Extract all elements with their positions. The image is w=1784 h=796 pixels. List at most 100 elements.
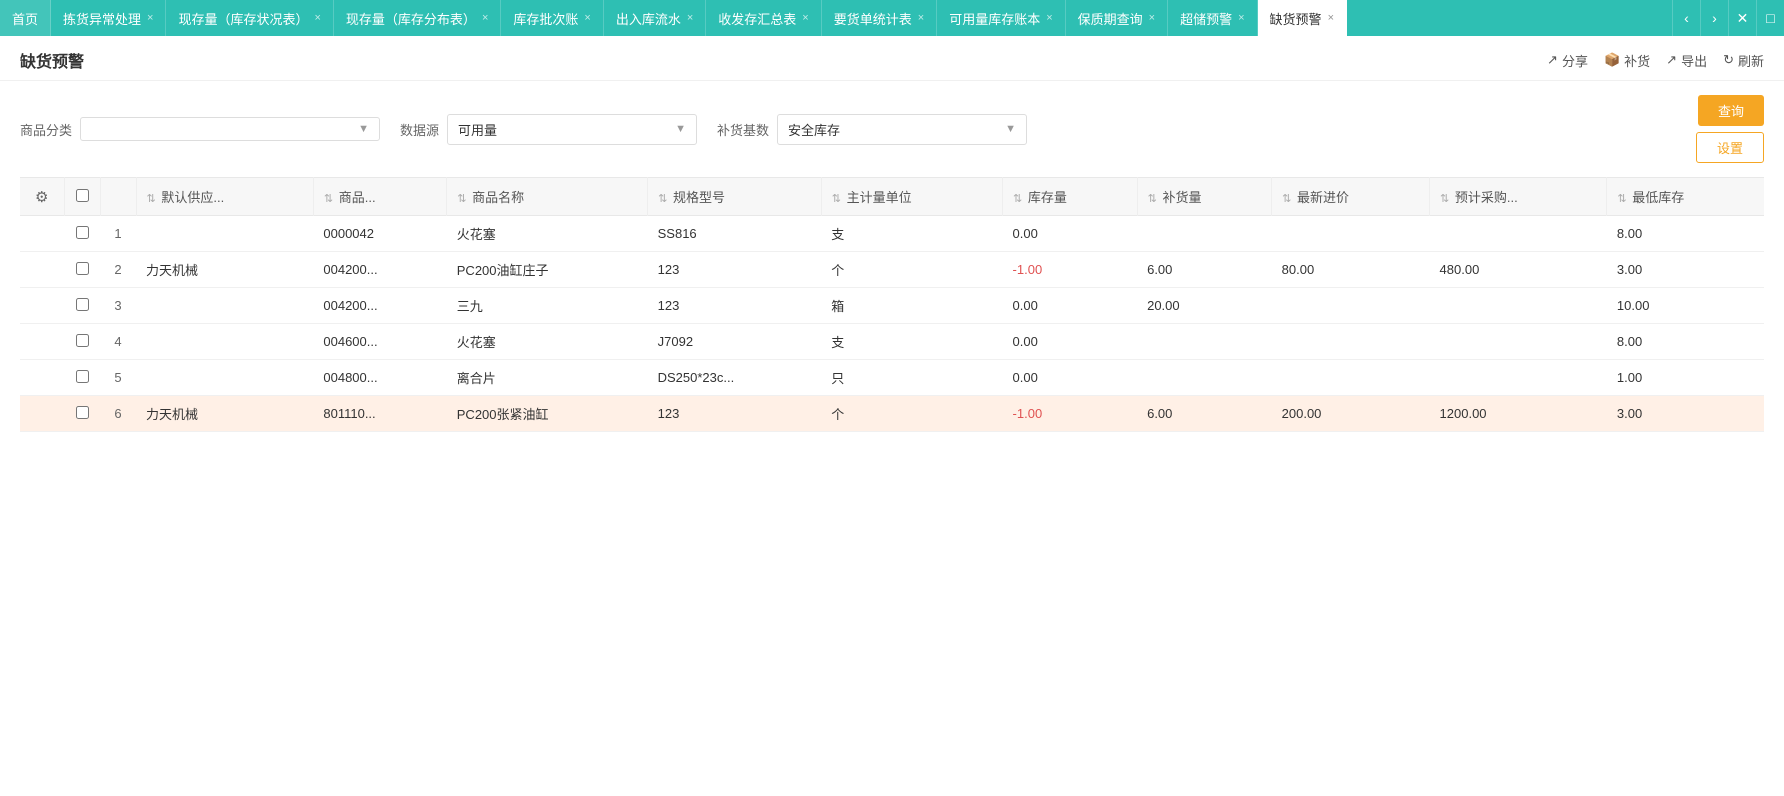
- datasource-select[interactable]: 可用量 ▼: [447, 114, 697, 145]
- close-tab-6-icon[interactable]: ×: [802, 12, 808, 24]
- select-all-checkbox[interactable]: [76, 189, 89, 202]
- tab-收发存汇总表[interactable]: 收发存汇总表 ×: [706, 0, 821, 36]
- spec-sort-icon[interactable]: ⇅: [658, 193, 667, 205]
- row-num-5: 6: [100, 396, 136, 432]
- row-spec-5: 123: [648, 396, 822, 432]
- col-check: [64, 178, 100, 216]
- close-tab-11-icon[interactable]: ×: [1328, 12, 1334, 24]
- row-settings-3: [20, 324, 64, 360]
- row-unit-2: 箱: [821, 288, 1002, 324]
- tab-首页[interactable]: 首页: [0, 0, 51, 36]
- row-checkbox-4[interactable]: [76, 370, 89, 383]
- est-purchase-sort-icon[interactable]: ⇅: [1440, 193, 1449, 205]
- goods-name-sort-icon[interactable]: ⇅: [457, 193, 466, 205]
- tab-maximize-button[interactable]: □: [1756, 0, 1784, 36]
- main-content: 缺货预警 ↗ 分享 📦 补货 ↗ 导出 ↻ 刷新 商品分类: [0, 36, 1784, 796]
- header-actions: ↗ 分享 📦 补货 ↗ 导出 ↻ 刷新: [1547, 51, 1764, 70]
- tab-要货单统计表[interactable]: 要货单统计表 ×: [822, 0, 937, 36]
- row-est-purchase-0: [1430, 216, 1607, 252]
- row-est-purchase-2: [1430, 288, 1607, 324]
- row-goods-code-4: 004800...: [313, 360, 446, 396]
- stock-sort-icon[interactable]: ⇅: [1013, 193, 1022, 205]
- replenish-basis-value: 安全库存: [788, 120, 840, 139]
- row-goods-name-1: PC200油缸庄子: [447, 252, 648, 288]
- row-check-4[interactable]: [64, 360, 100, 396]
- row-settings-5: [20, 396, 64, 432]
- row-replenish-0: [1137, 216, 1272, 252]
- replenish-sort-icon[interactable]: ⇅: [1148, 193, 1157, 205]
- close-tab-4-icon[interactable]: ×: [584, 12, 590, 24]
- category-label: 商品分类: [20, 120, 72, 139]
- row-supplier-1: 力天机械: [136, 252, 313, 288]
- refresh-button[interactable]: ↻ 刷新: [1723, 51, 1764, 70]
- latest-price-sort-icon[interactable]: ⇅: [1282, 193, 1291, 205]
- tab-bar: 首页 拣货异常处理 × 现存量（库存状况表） × 现存量（库存分布表） × 库存…: [0, 0, 1784, 36]
- row-stock-2: 0.00: [1003, 288, 1138, 324]
- row-check-1[interactable]: [64, 252, 100, 288]
- row-supplier-0: [136, 216, 313, 252]
- row-unit-4: 只: [821, 360, 1002, 396]
- tab-缺货预警[interactable]: 缺货预警 ×: [1258, 0, 1347, 36]
- page-header: 缺货预警 ↗ 分享 📦 补货 ↗ 导出 ↻ 刷新: [0, 36, 1784, 81]
- category-filter: 商品分类 ▼: [20, 117, 380, 141]
- row-checkbox-3[interactable]: [76, 334, 89, 347]
- row-checkbox-5[interactable]: [76, 406, 89, 419]
- close-tab-3-icon[interactable]: ×: [482, 12, 488, 24]
- query-button[interactable]: 查询: [1698, 95, 1764, 126]
- supplier-sort-icon[interactable]: ⇅: [147, 193, 156, 205]
- tab-prev-button[interactable]: ‹: [1672, 0, 1700, 36]
- row-check-0[interactable]: [64, 216, 100, 252]
- close-tab-1-icon[interactable]: ×: [147, 12, 153, 24]
- row-settings-0: [20, 216, 64, 252]
- unit-sort-icon[interactable]: ⇅: [832, 193, 841, 205]
- table-settings-icon[interactable]: ⚙: [35, 188, 48, 206]
- row-check-2[interactable]: [64, 288, 100, 324]
- row-est-purchase-1: 480.00: [1430, 252, 1607, 288]
- row-check-3[interactable]: [64, 324, 100, 360]
- close-tab-8-icon[interactable]: ×: [1046, 12, 1052, 24]
- tab-库存批次账[interactable]: 库存批次账 ×: [501, 0, 603, 36]
- datasource-filter: 数据源 可用量 ▼: [400, 114, 697, 145]
- tab-可用量库存账本[interactable]: 可用量库存账本 ×: [937, 0, 1065, 36]
- category-select[interactable]: ▼: [80, 117, 380, 141]
- tab-保质期查询[interactable]: 保质期查询 ×: [1066, 0, 1168, 36]
- close-tab-5-icon[interactable]: ×: [687, 12, 693, 24]
- row-stock-1: -1.00: [1003, 252, 1138, 288]
- table-row: 6 力天机械 801110... PC200张紧油缸 123 个 -1.00 6…: [20, 396, 1764, 432]
- close-tab-2-icon[interactable]: ×: [314, 12, 320, 24]
- row-goods-name-3: 火花塞: [447, 324, 648, 360]
- col-est-purchase: ⇅ 预计采购...: [1430, 178, 1607, 216]
- row-checkbox-0[interactable]: [76, 226, 89, 239]
- col-goods-name: ⇅ 商品名称: [447, 178, 648, 216]
- close-tab-9-icon[interactable]: ×: [1149, 12, 1155, 24]
- row-checkbox-1[interactable]: [76, 262, 89, 275]
- tab-超储预警[interactable]: 超储预警 ×: [1168, 0, 1257, 36]
- close-tab-7-icon[interactable]: ×: [918, 12, 924, 24]
- row-check-5[interactable]: [64, 396, 100, 432]
- tab-close-current-button[interactable]: ✕: [1728, 0, 1756, 36]
- row-supplier-5: 力天机械: [136, 396, 313, 432]
- row-min-stock-3: 8.00: [1607, 324, 1764, 360]
- settings-button[interactable]: 设置: [1696, 132, 1764, 163]
- data-table: ⚙ ⇅ 默认供应... ⇅ 商品... ⇅: [20, 177, 1764, 432]
- row-stock-5: -1.00: [1003, 396, 1138, 432]
- datasource-value: 可用量: [458, 120, 497, 139]
- filter-bar: 商品分类 ▼ 数据源 可用量 ▼ 补货基数 安全库存 ▼ 查询 设置: [0, 81, 1784, 177]
- tab-出入库流水[interactable]: 出入库流水 ×: [604, 0, 706, 36]
- tab-现存量库存状况表[interactable]: 现存量（库存状况表） ×: [166, 0, 333, 36]
- replenish-button[interactable]: 📦 补货: [1604, 51, 1650, 70]
- export-button[interactable]: ↗ 导出: [1666, 51, 1707, 70]
- replenish-basis-select[interactable]: 安全库存 ▼: [777, 114, 1027, 145]
- row-goods-name-0: 火花塞: [447, 216, 648, 252]
- tab-next-button[interactable]: ›: [1700, 0, 1728, 36]
- goods-code-sort-icon[interactable]: ⇅: [324, 193, 333, 205]
- min-stock-sort-icon[interactable]: ⇅: [1617, 193, 1626, 205]
- share-button[interactable]: ↗ 分享: [1547, 51, 1588, 70]
- tab-现存量库存分布表[interactable]: 现存量（库存分布表） ×: [334, 0, 501, 36]
- row-unit-1: 个: [821, 252, 1002, 288]
- tab-拣货异常处理[interactable]: 拣货异常处理 ×: [51, 0, 166, 36]
- row-goods-code-5: 801110...: [313, 396, 446, 432]
- col-unit: ⇅ 主计量单位: [821, 178, 1002, 216]
- close-tab-10-icon[interactable]: ×: [1238, 12, 1244, 24]
- row-checkbox-2[interactable]: [76, 298, 89, 311]
